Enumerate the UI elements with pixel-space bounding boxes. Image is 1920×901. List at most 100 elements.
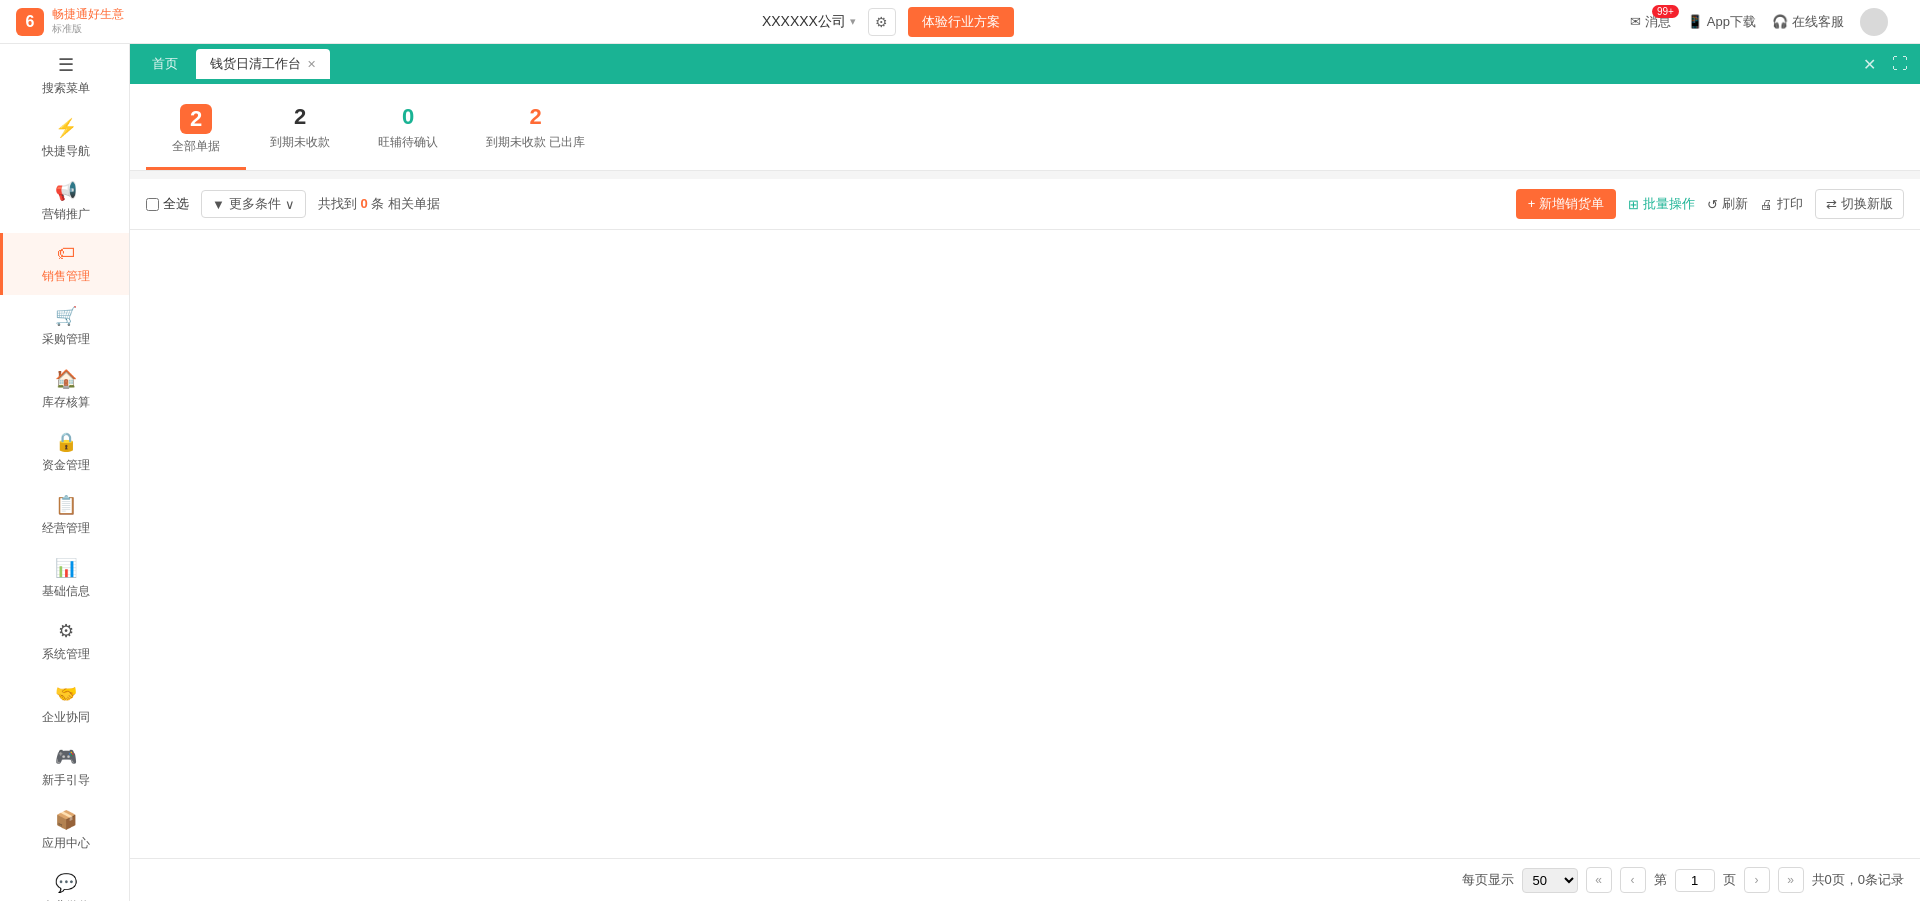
- trial-button[interactable]: 体验行业方案: [908, 7, 1014, 37]
- stat-tab-overdue-shipped[interactable]: 2 到期未收款 已出库: [462, 96, 609, 170]
- sidebar-item-search-menu[interactable]: ☰ 搜索菜单: [0, 44, 129, 107]
- sidebar-item-operations[interactable]: 📋 经营管理: [0, 484, 129, 547]
- beginner-icon: 🎮: [55, 746, 77, 768]
- company-selector[interactable]: XXXXXX公司 ▾: [762, 13, 856, 31]
- sidebar-item-enterprise[interactable]: 🤝 企业协同: [0, 673, 129, 736]
- sidebar-label-marketing: 营销推广: [42, 206, 90, 223]
- batch-label: 批量操作: [1643, 195, 1695, 213]
- toolbar: 全选 ▼ 更多条件 ∨ 共找到 0 条 相关单据 + 新增销货单 ⊞ 批量操作: [130, 179, 1920, 230]
- stat-tab-wangwang[interactable]: 0 旺辅待确认: [354, 96, 462, 170]
- stat-label-all: 全部单据: [172, 138, 220, 155]
- filter-label: 更多条件: [229, 195, 281, 213]
- page-next-button[interactable]: ›: [1744, 867, 1770, 893]
- page-label: 第: [1654, 871, 1667, 889]
- stat-tab-all[interactable]: 2 全部单据: [146, 96, 246, 170]
- found-prefix: 共找到: [318, 196, 357, 211]
- top-header: 6 畅捷通好生意 标准版 XXXXXX公司 ▾ ⚙ 体验行业方案 ✉ 消息 99…: [0, 0, 1920, 44]
- system-icon: ⚙: [58, 620, 74, 642]
- sidebar: ☰ 搜索菜单 ⚡ 快捷导航 📢 营销推广 🏷 销售管理 🛒 采购管理 🏠 库存核…: [0, 44, 130, 901]
- switch-label: 切换新版: [1841, 195, 1893, 213]
- tab-workbench[interactable]: 钱货日清工作台 ✕: [196, 49, 330, 79]
- logo-area: 6 畅捷通好生意 标准版: [16, 7, 146, 37]
- quick-nav-icon: ⚡: [55, 117, 77, 139]
- sidebar-item-quick-nav[interactable]: ⚡ 快捷导航: [0, 107, 129, 170]
- switch-version-button[interactable]: ⇄ 切换新版: [1815, 189, 1904, 219]
- select-all-checkbox[interactable]: 全选: [146, 195, 189, 213]
- batch-operation-button[interactable]: ⊞ 批量操作: [1628, 195, 1695, 213]
- online-service-label: 在线客服: [1792, 13, 1844, 31]
- message-icon: ✉: [1630, 14, 1641, 29]
- per-page-select[interactable]: 50 100 200: [1522, 868, 1578, 893]
- sidebar-item-sales[interactable]: 🏷 销售管理: [0, 233, 129, 295]
- sidebar-item-basic-info[interactable]: 📊 基础信息: [0, 547, 129, 610]
- batch-icon: ⊞: [1628, 197, 1639, 212]
- app-download-button[interactable]: 📱 App下载: [1687, 13, 1756, 31]
- toolbar-right: + 新增销货单 ⊞ 批量操作 ↺ 刷新 🖨 打印 ⇄: [1516, 189, 1904, 219]
- sidebar-item-purchase[interactable]: 🛒 采购管理: [0, 295, 129, 358]
- page-content: 2 全部单据 2 到期未收款 0 旺辅待确认 2 到期未收款 已出库: [130, 84, 1920, 901]
- sidebar-item-inventory[interactable]: 🏠 库存核算: [0, 358, 129, 421]
- sidebar-label-beginner: 新手引导: [42, 772, 90, 789]
- print-label: 打印: [1777, 195, 1803, 213]
- settings-button[interactable]: ⚙: [868, 8, 896, 36]
- stat-num-wangwang: 0: [402, 104, 414, 130]
- tab-home[interactable]: 首页: [138, 49, 192, 79]
- stat-num-all: 2: [180, 104, 212, 134]
- app-sub: 标准版: [52, 22, 124, 36]
- print-icon: 🖨: [1760, 197, 1773, 212]
- headset-icon: 🎧: [1772, 14, 1788, 29]
- sidebar-label-app-center: 应用中心: [42, 835, 90, 852]
- sidebar-label-inventory: 库存核算: [42, 394, 90, 411]
- stat-tab-overdue[interactable]: 2 到期未收款: [246, 96, 354, 170]
- found-count: 0: [361, 196, 368, 211]
- sidebar-item-finance[interactable]: 🔒 资金管理: [0, 421, 129, 484]
- sidebar-item-beginner[interactable]: 🎮 新手引导: [0, 736, 129, 799]
- operations-icon: 📋: [55, 494, 77, 516]
- found-suffix: 条 相关单据: [371, 196, 440, 211]
- stat-num-overdue: 2: [294, 104, 306, 130]
- sidebar-item-app-center[interactable]: 📦 应用中心: [0, 799, 129, 862]
- sidebar-item-marketing[interactable]: 📢 营销推广: [0, 170, 129, 233]
- filter-chevron-icon: ∨: [285, 197, 295, 212]
- add-sale-order-button[interactable]: + 新增销货单: [1516, 189, 1616, 219]
- sidebar-label-basic-info: 基础信息: [42, 583, 90, 600]
- stat-label-overdue-shipped: 到期未收款 已出库: [486, 134, 585, 151]
- tab-bar: 首页 钱货日清工作台 ✕ ✕ ⛶: [130, 44, 1920, 84]
- filter-button[interactable]: ▼ 更多条件 ∨: [201, 190, 306, 218]
- sidebar-item-weixin[interactable]: 💬 企业微信: [0, 862, 129, 901]
- filter-icon: ▼: [212, 197, 225, 212]
- total-info: 共0页，0条记录: [1812, 871, 1904, 889]
- online-service-button[interactable]: 🎧 在线客服: [1772, 13, 1844, 31]
- page-label-end: 页: [1723, 871, 1736, 889]
- stat-label-overdue: 到期未收款: [270, 134, 330, 151]
- refresh-button[interactable]: ↺ 刷新: [1707, 195, 1748, 213]
- sales-icon: 🏷: [57, 243, 75, 264]
- weixin-icon: 💬: [55, 872, 77, 894]
- page-last-button[interactable]: »: [1778, 867, 1804, 893]
- tab-maximize-icon[interactable]: ⛶: [1888, 51, 1912, 78]
- select-all-input[interactable]: [146, 198, 159, 211]
- message-badge: 99+: [1652, 5, 1679, 18]
- tab-close-icon[interactable]: ✕: [307, 58, 316, 71]
- sidebar-label-sales: 销售管理: [42, 268, 90, 285]
- sidebar-label-system: 系统管理: [42, 646, 90, 663]
- message-button[interactable]: ✉ 消息 99+: [1630, 13, 1671, 31]
- header-middle: XXXXXX公司 ▾ ⚙ 体验行业方案: [762, 7, 1014, 37]
- app-center-icon: 📦: [55, 809, 77, 831]
- page-input[interactable]: [1675, 869, 1715, 892]
- purchase-icon: 🛒: [55, 305, 77, 327]
- tab-home-label: 首页: [152, 55, 178, 73]
- sidebar-item-system[interactable]: ⚙ 系统管理: [0, 610, 129, 673]
- user-avatar[interactable]: [1860, 8, 1888, 36]
- marketing-icon: 📢: [55, 180, 77, 202]
- search-menu-icon: ☰: [58, 54, 74, 76]
- tab-workbench-label: 钱货日清工作台: [210, 55, 301, 73]
- page-first-button[interactable]: «: [1586, 867, 1612, 893]
- sidebar-label-quick-nav: 快捷导航: [42, 143, 90, 160]
- tab-minimize-icon[interactable]: ✕: [1859, 51, 1880, 78]
- page-prev-button[interactable]: ‹: [1620, 867, 1646, 893]
- print-button[interactable]: 🖨 打印: [1760, 195, 1803, 213]
- inventory-icon: 🏠: [55, 368, 77, 390]
- app-logo-icon: 6: [16, 8, 44, 36]
- stat-num-overdue-shipped: 2: [530, 104, 542, 130]
